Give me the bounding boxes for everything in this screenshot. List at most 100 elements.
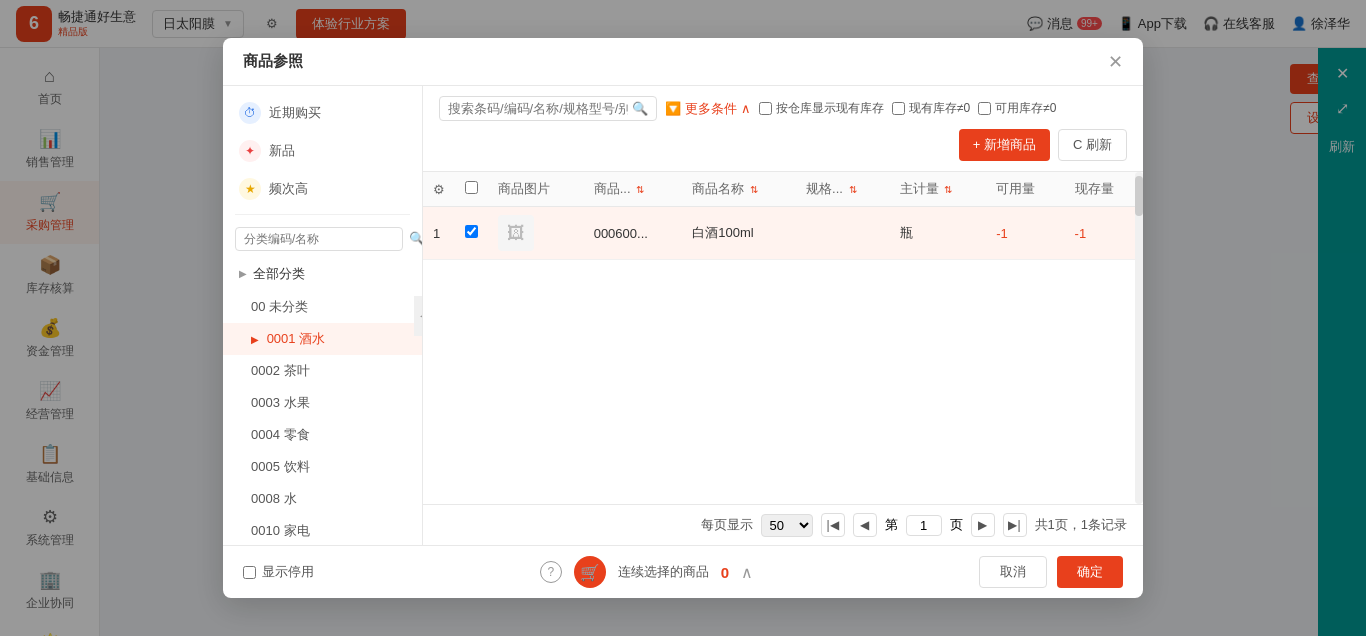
more-filter-button[interactable]: 🔽 更多条件 ∧ xyxy=(665,100,751,118)
available-stock-checkbox[interactable] xyxy=(978,102,991,115)
product-table: ⚙ 商品图片 商品... ⇅ xyxy=(423,172,1143,260)
left-panel-collapse-button[interactable]: ◀ xyxy=(414,296,423,336)
product-search-bar: 🔍 xyxy=(439,96,657,121)
page-size-label: 每页显示 xyxy=(701,516,753,534)
checkbox-available-stock[interactable]: 可用库存≠0 xyxy=(978,100,1056,117)
category-item-0008[interactable]: 0008 水 xyxy=(223,483,422,515)
show-disabled-checkbox[interactable] xyxy=(243,566,256,579)
selected-label: 连续选择的商品 xyxy=(618,563,709,581)
footer-center: ? 🛒 连续选择的商品 0 ∧ xyxy=(540,556,753,588)
category-all-arrow-icon: ▶ xyxy=(239,268,247,279)
filter-arrow-icon: ∧ xyxy=(741,101,751,116)
modal-footer: 显示停用 ? 🛒 连续选择的商品 0 ∧ 取消 确定 xyxy=(223,545,1143,598)
th-stock: 现存量 xyxy=(1065,172,1143,207)
selected-count: 0 xyxy=(721,564,729,581)
modal-left-panel: ⏱ 近期购买 ✦ 新品 ★ 频次高 🔍 ◀ xyxy=(223,86,423,545)
footer-collapse-button[interactable]: ∧ xyxy=(741,563,753,582)
divider xyxy=(235,214,410,215)
row-checkbox xyxy=(455,207,488,260)
row-spec xyxy=(796,207,890,260)
th-settings: ⚙ xyxy=(423,172,455,207)
warehouse-stock-checkbox[interactable] xyxy=(759,102,772,115)
modal-title: 商品参照 xyxy=(243,52,303,71)
prev-page-button[interactable]: ◀ xyxy=(853,513,877,537)
filter-icon: 🔽 xyxy=(665,101,681,116)
add-product-button[interactable]: + 新增商品 xyxy=(959,129,1050,161)
category-item-0004[interactable]: 0004 零食 xyxy=(223,419,422,451)
category-list: ▶ 全部分类 00 未分类 ▶ 0001 酒水 0002 茶叶 0003 水果 xyxy=(223,257,422,537)
th-unit[interactable]: 主计量 ⇅ xyxy=(890,172,987,207)
modal-toolbar: 🔍 🔽 更多条件 ∧ 按仓库显示现有库存 现有库存≠0 xyxy=(423,86,1143,172)
table-header-row: ⚙ 商品图片 商品... ⇅ xyxy=(423,172,1143,207)
cancel-button[interactable]: 取消 xyxy=(979,556,1047,588)
modal-close-button[interactable]: ✕ xyxy=(1108,53,1123,71)
row-available: -1 xyxy=(986,207,1064,260)
product-search-input[interactable] xyxy=(448,101,628,116)
quick-item-recent[interactable]: ⏱ 近期购买 xyxy=(223,94,422,132)
th-available: 可用量 xyxy=(986,172,1064,207)
category-search-icon[interactable]: 🔍 xyxy=(409,231,423,246)
footer-right: 取消 确定 xyxy=(979,556,1123,588)
th-product-image: 商品图片 xyxy=(488,172,584,207)
category-item-0010[interactable]: 0010 家电 xyxy=(223,515,422,537)
product-search-icon[interactable]: 🔍 xyxy=(632,101,648,116)
cart-button[interactable]: 🛒 xyxy=(574,556,606,588)
row-stock: -1 xyxy=(1065,207,1143,260)
freq-icon: ★ xyxy=(239,178,261,200)
next-page-button[interactable]: ▶ xyxy=(971,513,995,537)
quick-item-new[interactable]: ✦ 新品 xyxy=(223,132,422,170)
recent-icon: ⏱ xyxy=(239,102,261,124)
confirm-button[interactable]: 确定 xyxy=(1057,556,1123,588)
product-table-area: ⚙ 商品图片 商品... ⇅ xyxy=(423,172,1143,504)
th-product-spec[interactable]: 规格... ⇅ xyxy=(796,172,890,207)
row-code: 000600... xyxy=(584,207,683,260)
select-all-checkbox[interactable] xyxy=(465,181,478,194)
category-search-row: 🔍 xyxy=(223,221,422,257)
scrollbar-thumb xyxy=(1135,176,1143,216)
page-total: 共1页，1条记录 xyxy=(1035,516,1127,534)
product-reference-modal: 商品参照 ✕ ⏱ 近期购买 ✦ 新品 ★ 频次高 xyxy=(223,38,1143,598)
page-size-select[interactable]: 50 10 20 100 xyxy=(761,514,813,537)
new-icon: ✦ xyxy=(239,140,261,162)
modal-right-panel: 🔍 🔽 更多条件 ∧ 按仓库显示现有库存 现有库存≠0 xyxy=(423,86,1143,545)
show-disabled-label[interactable]: 显示停用 xyxy=(243,563,314,581)
category-all[interactable]: ▶ 全部分类 xyxy=(223,257,422,291)
row-image: 🖼 xyxy=(488,207,584,260)
sort-code-icon: ⇅ xyxy=(636,184,644,195)
category-item-0002[interactable]: 0002 茶叶 xyxy=(223,355,422,387)
row-num: 1 xyxy=(423,207,455,260)
category-search-input[interactable] xyxy=(235,227,403,251)
first-page-button[interactable]: |◀ xyxy=(821,513,845,537)
sort-name-icon: ⇅ xyxy=(750,184,758,195)
help-icon[interactable]: ? xyxy=(540,561,562,583)
category-active-arrow-icon: ▶ xyxy=(251,334,259,345)
sort-unit-icon: ⇅ xyxy=(944,184,952,195)
quick-item-freq[interactable]: ★ 频次高 xyxy=(223,170,422,208)
pagination: 每页显示 50 10 20 100 |◀ ◀ 第 页 ▶ ▶| 共1页，1条记录 xyxy=(423,504,1143,545)
refresh-button[interactable]: C 刷新 xyxy=(1058,129,1127,161)
current-stock-checkbox[interactable] xyxy=(892,102,905,115)
checkbox-current-stock[interactable]: 现有库存≠0 xyxy=(892,100,970,117)
last-page-button[interactable]: ▶| xyxy=(1003,513,1027,537)
sort-spec-icon: ⇅ xyxy=(849,184,857,195)
category-item-0001[interactable]: ▶ 0001 酒水 xyxy=(223,323,422,355)
row-select-checkbox[interactable] xyxy=(465,225,478,238)
modal-overlay: 商品参照 ✕ ⏱ 近期购买 ✦ 新品 ★ 频次高 xyxy=(0,0,1366,636)
table-row[interactable]: 1 🖼 000600... 白酒100ml xyxy=(423,207,1143,260)
toolbar-right: + 新增商品 C 刷新 xyxy=(959,129,1127,161)
category-item-0003[interactable]: 0003 水果 xyxy=(223,387,422,419)
modal-header: 商品参照 ✕ xyxy=(223,38,1143,86)
th-product-name[interactable]: 商品名称 ⇅ xyxy=(682,172,796,207)
settings-gear-icon[interactable]: ⚙ xyxy=(433,182,445,197)
checkbox-warehouse-stock[interactable]: 按仓库显示现有库存 xyxy=(759,100,884,117)
modal-body: ⏱ 近期购买 ✦ 新品 ★ 频次高 🔍 ◀ xyxy=(223,86,1143,545)
page-input[interactable] xyxy=(906,515,942,536)
category-item-00[interactable]: 00 未分类 xyxy=(223,291,422,323)
row-unit: 瓶 xyxy=(890,207,987,260)
th-product-code[interactable]: 商品... ⇅ xyxy=(584,172,683,207)
scrollbar[interactable] xyxy=(1135,172,1143,504)
category-item-0005[interactable]: 0005 饮料 xyxy=(223,451,422,483)
product-image: 🖼 xyxy=(498,215,534,251)
th-checkbox xyxy=(455,172,488,207)
page-label-2: 页 xyxy=(950,516,963,534)
